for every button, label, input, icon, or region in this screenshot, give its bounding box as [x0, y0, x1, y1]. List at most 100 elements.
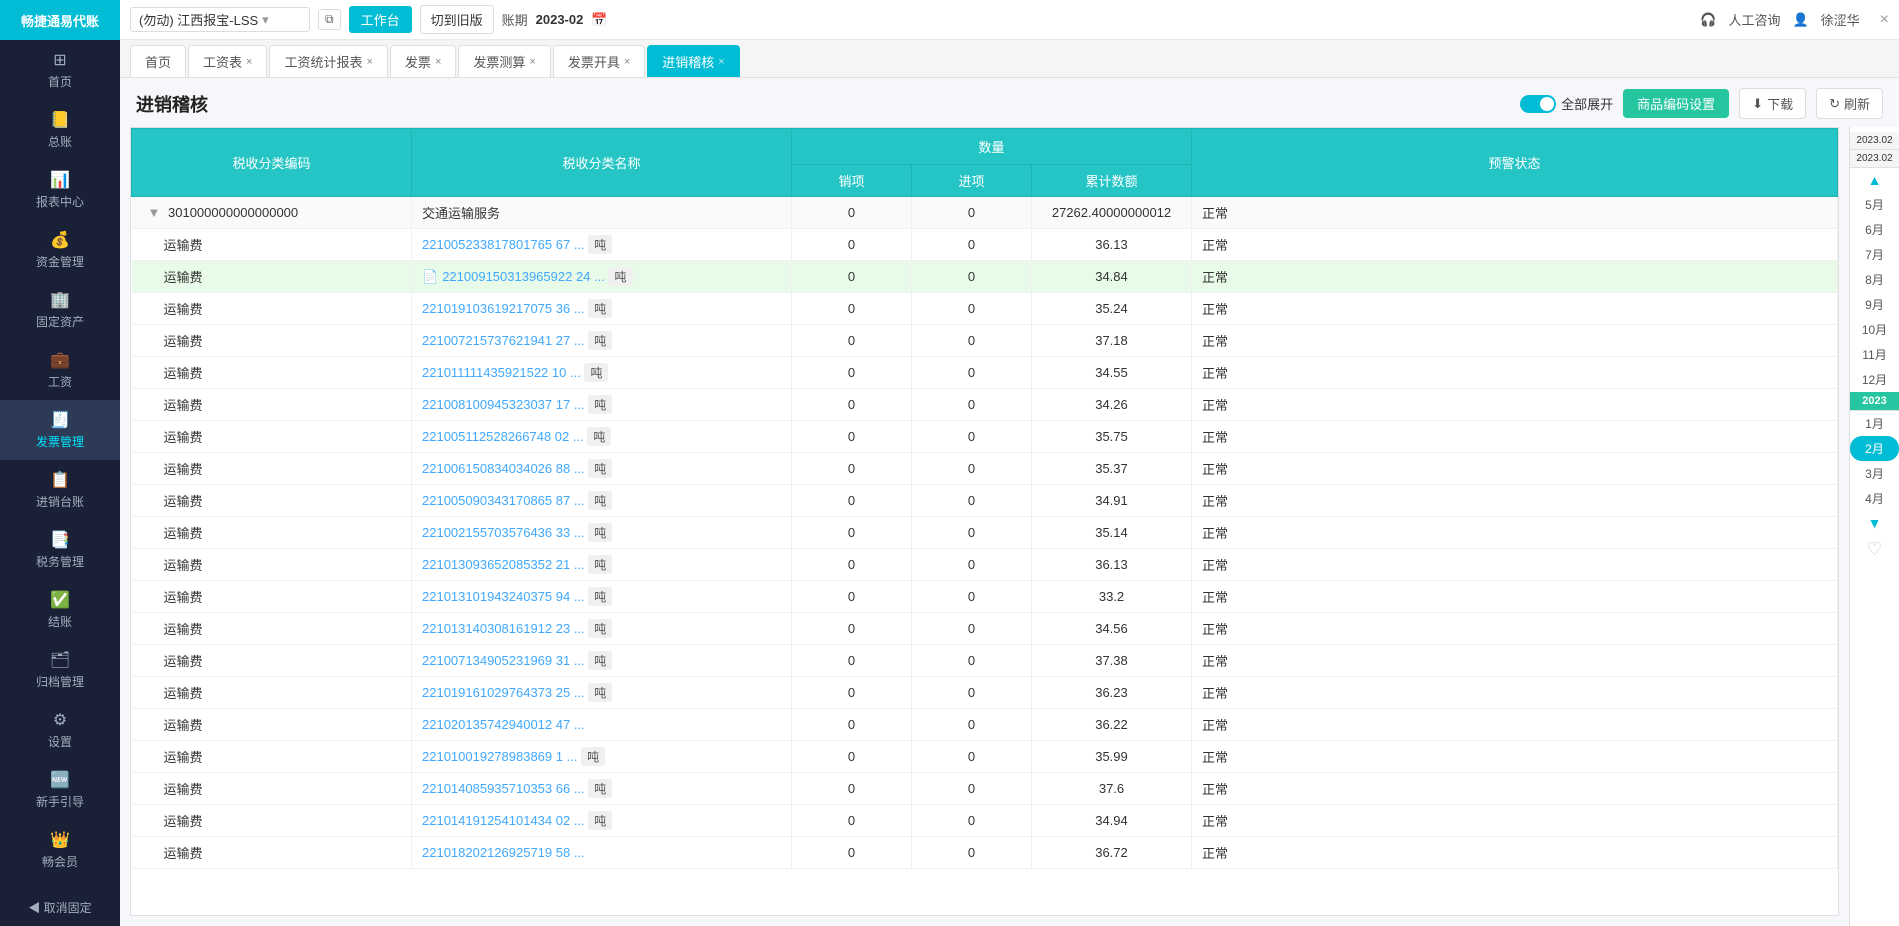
toggle-switch[interactable] — [1520, 95, 1556, 113]
tab-recon[interactable]: 进销稽核 × — [647, 45, 739, 77]
cal-month-12[interactable]: 12月 — [1850, 367, 1899, 392]
tab-close-icon[interactable]: × — [624, 56, 630, 68]
purchase-cell: 0 — [912, 197, 1032, 229]
cal-month-10[interactable]: 10月 — [1850, 317, 1899, 342]
sidebar-item-capital[interactable]: 💰 资金管理 — [0, 220, 120, 280]
table-row: 运输费 221005090343170865 87 ... 吨 0 0 34.9… — [132, 485, 1838, 517]
calendar-icon[interactable]: 📅 — [591, 12, 607, 28]
tab-invoice[interactable]: 发票 × — [390, 45, 456, 77]
sales-cell: 0 — [792, 325, 912, 357]
cal-month-11[interactable]: 11月 — [1850, 342, 1899, 367]
col-warning: 预警状态 — [1192, 129, 1838, 197]
sidebar-item-salary[interactable]: 💼 工资 — [0, 340, 120, 400]
invoice-cell: 221006150834034026 88 ... 吨 — [412, 453, 792, 485]
ledger-icon: 📒 — [50, 110, 70, 130]
app-logo: 畅捷通易代账 — [0, 0, 120, 40]
cumulative-cell: 37.38 — [1032, 645, 1192, 677]
sidebar-item-ledger[interactable]: 📒 总账 — [0, 100, 120, 160]
unpin-label: ◀ 取消固定 — [28, 899, 91, 916]
tab-close-icon[interactable]: × — [529, 56, 535, 68]
invoice-cell: 221019161029764373 25 ... 吨 — [412, 677, 792, 709]
cal-nav-up[interactable]: ▲ — [1864, 168, 1886, 192]
sales-cell: 0 — [792, 613, 912, 645]
invoice-cell: 221008100945323037 17 ... 吨 — [412, 389, 792, 421]
sidebar-item-settle[interactable]: ✅ 结账 — [0, 580, 120, 640]
cal-month-3[interactable]: 3月 — [1850, 461, 1899, 486]
table-row: 运输费 221010019278983869 1 ... 吨 0 0 35.99… — [132, 741, 1838, 773]
page-actions: 全部展开 商品编码设置 ⬇ 下载 ↻ 刷新 — [1520, 88, 1883, 119]
workbench-button[interactable]: 工作台 — [349, 6, 412, 33]
invoice-cell: 221013093652085352 21 ... 吨 — [412, 549, 792, 581]
table-row: 运输费 221014085935710353 66 ... 吨 0 0 37.6… — [132, 773, 1838, 805]
warning-cell: 正常 — [1192, 485, 1838, 517]
download-button[interactable]: ⬇ 下载 — [1739, 88, 1806, 119]
main-area: (勿动) 江西报宝-LSS ▾ ⧉ 工作台 切到旧版 账期 2023-02 📅 … — [120, 0, 1899, 926]
purchase-cell: 0 — [912, 741, 1032, 773]
sidebar-item-guide[interactable]: 🆕 新手引导 — [0, 760, 120, 820]
tax-code-cell: ▼ 301000000000000000 — [132, 197, 412, 229]
warning-cell: 正常 — [1192, 837, 1838, 869]
tab-close-icon[interactable]: × — [718, 56, 724, 68]
name-cell: 运输费 — [132, 805, 412, 837]
tab-salary[interactable]: 工资表 × — [188, 45, 267, 77]
refresh-button[interactable]: ↻ 刷新 — [1816, 88, 1883, 119]
warning-cell: 正常 — [1192, 709, 1838, 741]
cumulative-cell: 35.75 — [1032, 421, 1192, 453]
invoice-cell: 221011111435921522 10 ... 吨 — [412, 357, 792, 389]
company-selector[interactable]: (勿动) 江西报宝-LSS ▾ — [130, 7, 310, 32]
warning-cell: 正常 — [1192, 741, 1838, 773]
sidebar-item-archive[interactable]: 🗂 归档管理 — [0, 640, 120, 700]
page-content: 进销稽核 全部展开 商品编码设置 ⬇ 下载 ↻ 刷新 — [120, 78, 1899, 926]
tabbar: 首页 工资表 × 工资统计报表 × 发票 × 发票测算 × 发票开具 × 进销稽… — [120, 40, 1899, 78]
tab-label: 进销稽核 — [662, 52, 714, 71]
tab-close-icon[interactable]: × — [246, 56, 252, 68]
sidebar-item-settings[interactable]: ⚙ 设置 — [0, 700, 120, 760]
expand-icon[interactable]: ▼ — [148, 205, 161, 220]
name-cell: 运输费 — [132, 773, 412, 805]
cal-month-8[interactable]: 8月 — [1850, 267, 1899, 292]
purchase-cell: 0 — [912, 357, 1032, 389]
name-cell: 运输费 — [132, 293, 412, 325]
cal-month-2-active[interactable]: 2月 — [1850, 436, 1899, 461]
table-row: 运输费 221007215737621941 27 ... 吨 0 0 37.1… — [132, 325, 1838, 357]
tab-invoice-calc[interactable]: 发票测算 × — [458, 45, 550, 77]
cal-month-9[interactable]: 9月 — [1850, 292, 1899, 317]
sales-cell: 0 — [792, 773, 912, 805]
sidebar-item-home[interactable]: ⊞ 首页 — [0, 40, 120, 100]
cal-month-5[interactable]: 5月 — [1850, 192, 1899, 217]
tax-icon: 📑 — [50, 530, 70, 550]
close-button[interactable]: × — [1880, 11, 1889, 29]
name-cell: 运输费 — [132, 325, 412, 357]
copy-button[interactable]: ⧉ — [318, 9, 341, 30]
sales-cell: 0 — [792, 677, 912, 709]
tab-salary-report[interactable]: 工资统计报表 × — [269, 45, 387, 77]
tab-close-icon[interactable]: × — [435, 56, 441, 68]
cal-nav-down[interactable]: ▼ — [1864, 511, 1886, 535]
cal-month-7[interactable]: 7月 — [1850, 242, 1899, 267]
sidebar-item-invoice[interactable]: 🧾 发票管理 — [0, 400, 120, 460]
tab-home[interactable]: 首页 — [130, 45, 186, 77]
expand-toggle[interactable]: 全部展开 — [1520, 94, 1613, 113]
cal-month-4[interactable]: 4月 — [1850, 486, 1899, 511]
sidebar-item-vip[interactable]: 👑 畅会员 — [0, 820, 120, 880]
tab-close-icon[interactable]: × — [366, 56, 372, 68]
purchase-cell: 0 — [912, 261, 1032, 293]
topbar-right: 🎧 人工咨询 👤 徐涩华 × — [1700, 10, 1889, 29]
sidebar-item-report[interactable]: 📊 报表中心 — [0, 160, 120, 220]
sidebar-item-sales-ledger[interactable]: 📋 进销台账 — [0, 460, 120, 520]
purchase-cell: 0 — [912, 581, 1032, 613]
cal-month-6[interactable]: 6月 — [1850, 217, 1899, 242]
tab-invoice-open[interactable]: 发票开具 × — [553, 45, 645, 77]
user-avatar: 👤 — [1792, 12, 1808, 28]
unit-tag: 吨 — [588, 523, 612, 542]
settings-button[interactable]: 商品编码设置 — [1623, 89, 1729, 118]
sidebar-item-assets[interactable]: 🏢 固定资产 — [0, 280, 120, 340]
sidebar-item-tax[interactable]: 📑 税务管理 — [0, 520, 120, 580]
service-label[interactable]: 人工咨询 — [1728, 10, 1780, 29]
switch-version-button[interactable]: 切到旧版 — [420, 5, 494, 34]
cal-heart-icon[interactable]: ♡ — [1862, 535, 1886, 564]
table-container[interactable]: 税收分类编码 税收分类名称 数量 预警状态 销项 进项 累计数额 — [130, 127, 1839, 916]
download-label: 下载 — [1767, 94, 1793, 113]
unpin-button[interactable]: ◀ 取消固定 — [0, 889, 120, 926]
cal-month-1[interactable]: 1月 — [1850, 411, 1899, 436]
